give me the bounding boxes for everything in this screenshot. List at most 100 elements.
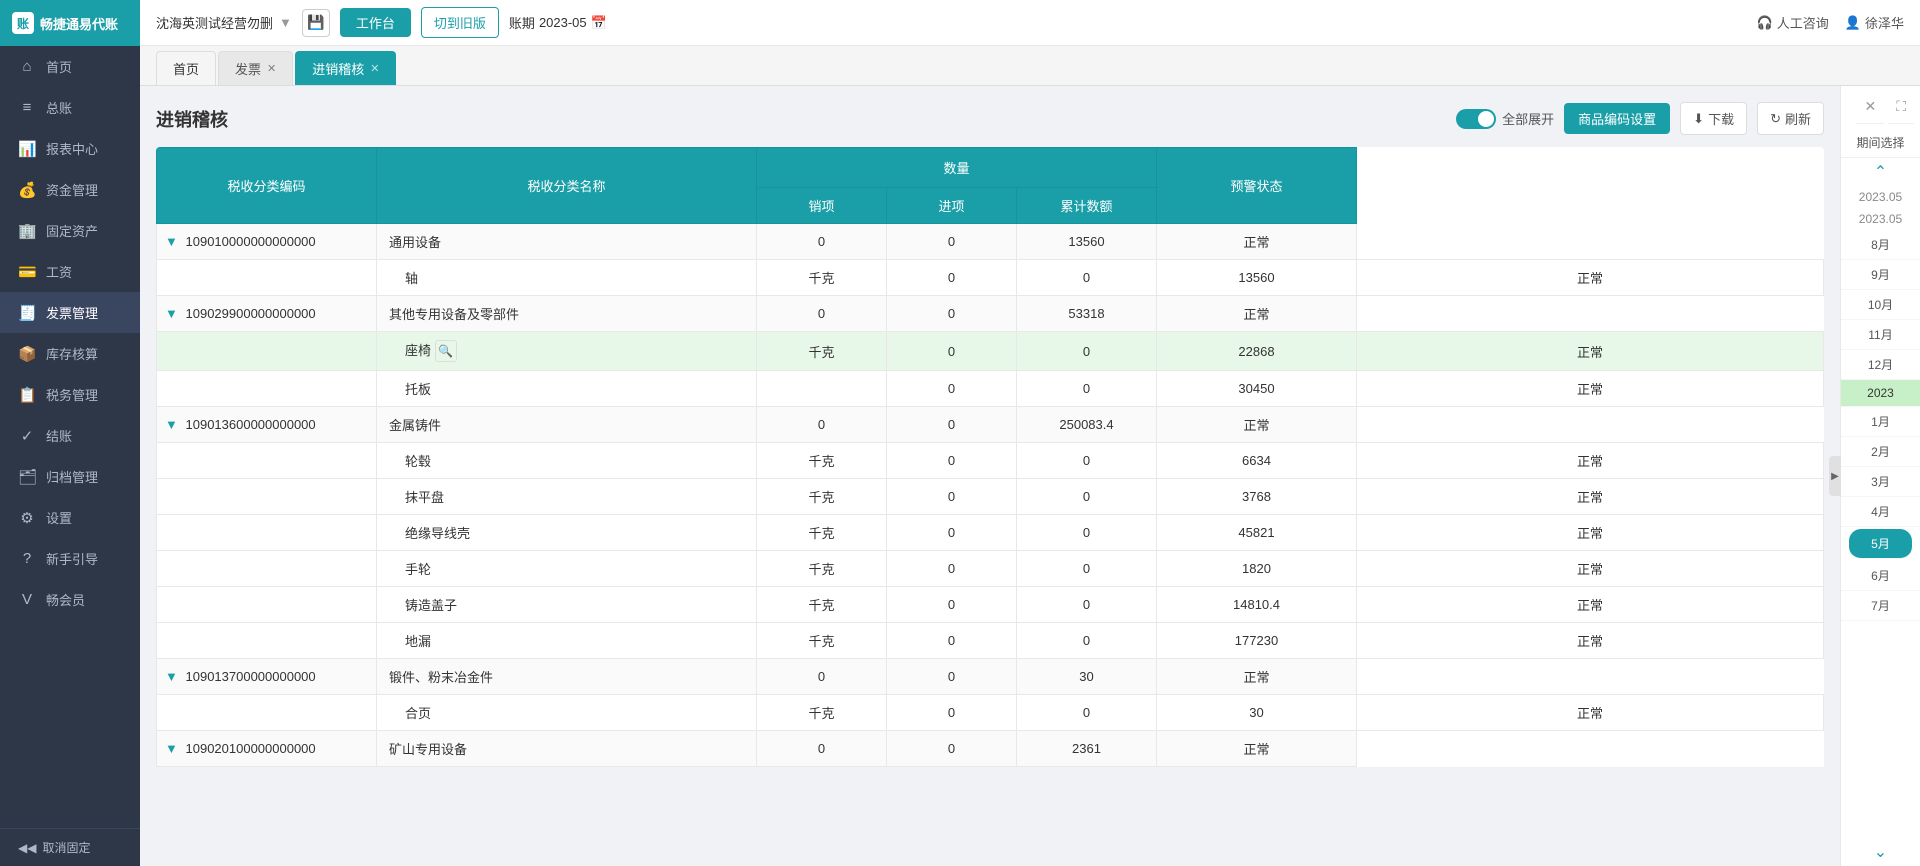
archive-icon: 🗂	[18, 468, 36, 486]
table-row: ▼ 109029900000000000	[157, 296, 377, 332]
period-4[interactable]: 4月	[1841, 497, 1920, 527]
purchase-cell: 0	[887, 224, 1017, 260]
sidebar-item-payroll[interactable]: 💳 工资	[0, 251, 140, 292]
calendar-icon[interactable]: 📅	[591, 15, 607, 31]
panel-expand-button[interactable]: ⛶	[1888, 90, 1914, 124]
status-cell: 正常	[1357, 443, 1824, 479]
tab-invoice[interactable]: 发票 ✕	[218, 51, 293, 85]
sidebar-bottom-label: 取消固定	[42, 839, 90, 856]
support-link[interactable]: 🎧 人工咨询	[1757, 13, 1829, 32]
expand-icon[interactable]: ▼	[165, 669, 178, 684]
sidebar-item-label: 首页	[46, 57, 72, 76]
code-cell	[157, 515, 377, 551]
purchase-cell: 0	[1017, 443, 1157, 479]
sidebar-item-settings[interactable]: ⚙ 设置	[0, 497, 140, 538]
total-cell: 177230	[1157, 623, 1357, 659]
sidebar-item-fixed-assets[interactable]: 🏢 固定资产	[0, 210, 140, 251]
toggle-track[interactable]	[1456, 109, 1496, 129]
expand-icon[interactable]: ▼	[165, 417, 178, 432]
name-cell: 地漏	[377, 623, 757, 659]
search-icon[interactable]: 🔍	[435, 340, 457, 362]
sidebar-item-label: 固定资产	[46, 221, 98, 240]
sidebar-item-reports[interactable]: 📊 报表中心	[0, 128, 140, 169]
th-total: 累计数额	[1017, 188, 1157, 224]
sidebar-item-label: 税务管理	[46, 385, 98, 404]
sidebar-item-label: 畅会员	[46, 590, 85, 609]
period-8[interactable]: 8月	[1841, 230, 1920, 260]
tab-invoice-close[interactable]: ✕	[267, 62, 276, 75]
chevron-down-icon: ▼	[279, 15, 292, 30]
code-cell	[157, 443, 377, 479]
status-cell: 正常	[1357, 623, 1824, 659]
guide-icon: ?	[18, 550, 36, 567]
expand-icon[interactable]: ▼	[165, 306, 178, 321]
total-cell: 6634	[1157, 443, 1357, 479]
sidebar-item-invoice[interactable]: 🧾 发票管理	[0, 292, 140, 333]
th-quantity: 数量	[757, 148, 1157, 188]
sales-cell: 0	[887, 587, 1017, 623]
sidebar-item-inventory[interactable]: 📦 库存核算	[0, 333, 140, 374]
sidebar-item-settle[interactable]: ✓ 结账	[0, 415, 140, 456]
name-cell: 矿山专用设备	[377, 731, 757, 767]
toggle-expand[interactable]: 全部展开	[1456, 109, 1554, 129]
ledger-icon: ≡	[18, 99, 36, 116]
sidebar-unpin[interactable]: ◀◀ 取消固定	[0, 828, 140, 866]
code-cell	[157, 587, 377, 623]
logo-icon: 账	[12, 12, 34, 34]
th-sales: 销项	[757, 188, 887, 224]
th-tax-name: 税收分类名称	[377, 148, 757, 224]
period-3[interactable]: 3月	[1841, 467, 1920, 497]
scroll-down-button[interactable]: ⌄	[1841, 838, 1920, 866]
download-label: 下载	[1708, 109, 1734, 128]
period-6[interactable]: 6月	[1841, 561, 1920, 591]
tab-home[interactable]: 首页	[156, 51, 216, 85]
sales-cell: 0	[757, 731, 887, 767]
code-cell	[157, 260, 377, 296]
sidebar-item-member[interactable]: V 畅会员	[0, 579, 140, 620]
expand-icon[interactable]: ▼	[165, 741, 178, 756]
sidebar-item-ledger[interactable]: ≡ 总账	[0, 87, 140, 128]
workbench-button[interactable]: 工作台	[340, 8, 411, 37]
name-cell: 绝缘导线壳	[377, 515, 757, 551]
company-name: 沈海英测试经营勿删	[156, 13, 273, 32]
sales-cell: 0	[887, 479, 1017, 515]
table-container: 税收分类编码 税收分类名称 数量 预警状态 销项 进项 累计数额	[156, 147, 1824, 850]
refresh-button[interactable]: ↻ 刷新	[1757, 102, 1824, 135]
period-9[interactable]: 9月	[1841, 260, 1920, 290]
expand-icon[interactable]: ▼	[165, 234, 178, 249]
sidebar-item-label: 新手引导	[46, 549, 98, 568]
tab-reconcile-label: 进销稽核	[312, 59, 364, 78]
sidebar-item-guide[interactable]: ? 新手引导	[0, 538, 140, 579]
period-11[interactable]: 11月	[1841, 320, 1920, 350]
sales-cell: 0	[757, 224, 887, 260]
sales-cell: 0	[887, 515, 1017, 551]
sidebar-item-home[interactable]: ⌂ 首页	[0, 46, 140, 87]
total-cell: 30	[1017, 659, 1157, 695]
user-menu[interactable]: 👤 徐泽华	[1845, 13, 1904, 32]
company-selector[interactable]: 沈海英测试经营勿删 ▼	[156, 13, 292, 32]
sidebar-item-tax[interactable]: 📋 税务管理	[0, 374, 140, 415]
period-12[interactable]: 12月	[1841, 350, 1920, 380]
download-button[interactable]: ⬇ 下载	[1680, 102, 1747, 135]
tab-reconcile-close[interactable]: ✕	[370, 62, 379, 75]
period-1[interactable]: 1月	[1841, 407, 1920, 437]
panel-toggle-btn[interactable]: ▶	[1829, 456, 1841, 496]
name-cell: 托板	[377, 371, 757, 407]
old-version-button[interactable]: 切到旧版	[421, 7, 499, 38]
finance-icon: 💰	[18, 181, 36, 199]
commodity-settings-button[interactable]: 商品编码设置	[1564, 103, 1670, 134]
scroll-up-button[interactable]: ⌃	[1841, 158, 1920, 186]
period-2[interactable]: 2月	[1841, 437, 1920, 467]
tab-reconcile[interactable]: 进销稽核 ✕	[295, 51, 396, 85]
reports-icon: 📊	[18, 140, 36, 158]
sidebar-item-label: 工资	[46, 262, 72, 281]
status-cell: 正常	[1357, 515, 1824, 551]
save-button[interactable]: 💾	[302, 9, 330, 37]
sidebar-item-finance[interactable]: 💰 资金管理	[0, 169, 140, 210]
period-7[interactable]: 7月	[1841, 591, 1920, 621]
period-10[interactable]: 10月	[1841, 290, 1920, 320]
panel-close-button[interactable]: ✕	[1856, 90, 1884, 124]
purchase-cell: 0	[1017, 695, 1157, 731]
sidebar-item-archive[interactable]: 🗂 归档管理	[0, 456, 140, 497]
period-5[interactable]: 5月	[1849, 529, 1912, 559]
